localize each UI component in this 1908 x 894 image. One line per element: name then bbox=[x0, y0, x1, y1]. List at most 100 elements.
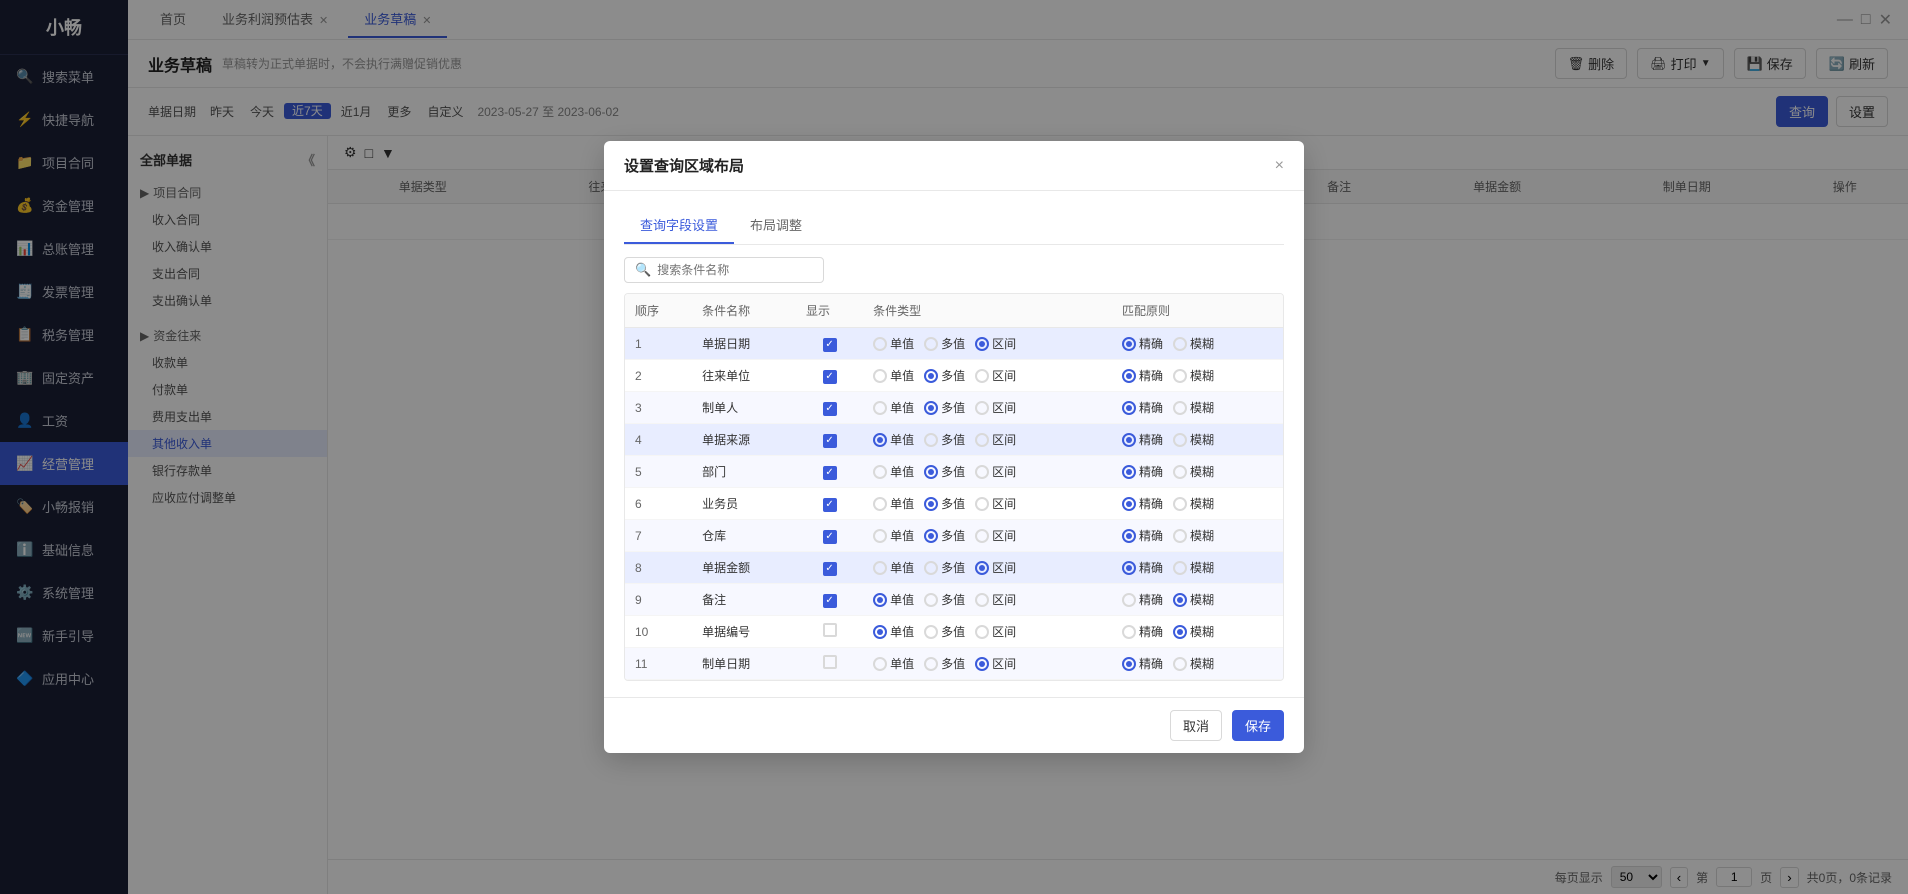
radio-multiple-1[interactable]: 多值 bbox=[924, 367, 965, 384]
radio-fuzzy-5[interactable]: 模糊 bbox=[1173, 495, 1214, 512]
radio-exact-circle-0 bbox=[1122, 337, 1136, 351]
checkbox-empty-10[interactable] bbox=[823, 655, 837, 669]
radio-multiple-7[interactable]: 多值 bbox=[924, 559, 965, 576]
radio-multiple-9[interactable]: 多值 bbox=[924, 623, 965, 640]
radio-range-3[interactable]: 区间 bbox=[975, 431, 1016, 448]
radio-range-2[interactable]: 区间 bbox=[975, 399, 1016, 416]
radio-exact-circle-9 bbox=[1122, 625, 1136, 639]
radio-single-circle-2 bbox=[873, 401, 887, 415]
checkbox-checked-8[interactable] bbox=[823, 594, 837, 608]
radio-multiple-5[interactable]: 多值 bbox=[924, 495, 965, 512]
radio-exact-2[interactable]: 精确 bbox=[1122, 399, 1163, 416]
radio-single-4[interactable]: 单值 bbox=[873, 463, 914, 480]
radio-fuzzy-7[interactable]: 模糊 bbox=[1173, 559, 1214, 576]
radio-fuzzy-3[interactable]: 模糊 bbox=[1173, 431, 1214, 448]
row-display-10[interactable] bbox=[796, 648, 863, 680]
radio-single-8[interactable]: 单值 bbox=[873, 591, 914, 608]
checkbox-checked-2[interactable] bbox=[823, 402, 837, 416]
radio-multiple-circle-8 bbox=[924, 593, 938, 607]
dialog-th-条件类型: 条件类型 bbox=[863, 294, 1112, 328]
radio-multiple-4[interactable]: 多值 bbox=[924, 463, 965, 480]
row-display-8[interactable] bbox=[796, 584, 863, 616]
radio-exact-8[interactable]: 精确 bbox=[1122, 591, 1163, 608]
radio-fuzzy-10[interactable]: 模糊 bbox=[1173, 655, 1214, 672]
radio-fuzzy-4[interactable]: 模糊 bbox=[1173, 463, 1214, 480]
row-match-7: 精确 模糊 bbox=[1112, 552, 1283, 584]
radio-exact-5[interactable]: 精确 bbox=[1122, 495, 1163, 512]
row-display-5[interactable] bbox=[796, 488, 863, 520]
dialog-cancel-button[interactable]: 取消 bbox=[1170, 710, 1222, 741]
radio-exact-1[interactable]: 精确 bbox=[1122, 367, 1163, 384]
radio-range-6[interactable]: 区间 bbox=[975, 527, 1016, 544]
dialog-close-button[interactable]: × bbox=[1275, 157, 1284, 175]
row-display-9[interactable] bbox=[796, 616, 863, 648]
radio-exact-circle-10 bbox=[1122, 657, 1136, 671]
row-display-4[interactable] bbox=[796, 456, 863, 488]
radio-range-10[interactable]: 区间 bbox=[975, 655, 1016, 672]
radio-single-2[interactable]: 单值 bbox=[873, 399, 914, 416]
row-display-6[interactable] bbox=[796, 520, 863, 552]
row-name-6: 仓库 bbox=[692, 520, 796, 552]
radio-single-6[interactable]: 单值 bbox=[873, 527, 914, 544]
radio-fuzzy-8[interactable]: 模糊 bbox=[1173, 591, 1214, 608]
checkbox-checked-3[interactable] bbox=[823, 434, 837, 448]
checkbox-checked-4[interactable] bbox=[823, 466, 837, 480]
radio-multiple-0[interactable]: 多值 bbox=[924, 335, 965, 352]
radio-range-8[interactable]: 区间 bbox=[975, 591, 1016, 608]
checkbox-checked-5[interactable] bbox=[823, 498, 837, 512]
radio-range-4[interactable]: 区间 bbox=[975, 463, 1016, 480]
radio-range-7[interactable]: 区间 bbox=[975, 559, 1016, 576]
radio-single-7[interactable]: 单值 bbox=[873, 559, 914, 576]
row-display-2[interactable] bbox=[796, 392, 863, 424]
radio-multiple-circle-3 bbox=[924, 433, 938, 447]
dialog-th-顺序: 顺序 bbox=[625, 294, 692, 328]
radio-fuzzy-9[interactable]: 模糊 bbox=[1173, 623, 1214, 640]
row-display-0[interactable] bbox=[796, 328, 863, 360]
checkbox-checked-6[interactable] bbox=[823, 530, 837, 544]
checkbox-checked-1[interactable] bbox=[823, 370, 837, 384]
radio-fuzzy-6[interactable]: 模糊 bbox=[1173, 527, 1214, 544]
radio-exact-6[interactable]: 精确 bbox=[1122, 527, 1163, 544]
radio-single-0[interactable]: 单值 bbox=[873, 335, 914, 352]
radio-multiple-10[interactable]: 多值 bbox=[924, 655, 965, 672]
table-row: 5部门 单值 多值 区间 精确 模糊 bbox=[625, 456, 1283, 488]
checkbox-checked-0[interactable] bbox=[823, 338, 837, 352]
row-display-3[interactable] bbox=[796, 424, 863, 456]
radio-range-circle-3 bbox=[975, 433, 989, 447]
radio-range-1[interactable]: 区间 bbox=[975, 367, 1016, 384]
radio-exact-7[interactable]: 精确 bbox=[1122, 559, 1163, 576]
radio-fuzzy-1[interactable]: 模糊 bbox=[1173, 367, 1214, 384]
radio-single-1[interactable]: 单值 bbox=[873, 367, 914, 384]
radio-single-10[interactable]: 单值 bbox=[873, 655, 914, 672]
radio-exact-4[interactable]: 精确 bbox=[1122, 463, 1163, 480]
checkbox-empty-9[interactable] bbox=[823, 623, 837, 637]
row-match-2: 精确 模糊 bbox=[1112, 392, 1283, 424]
radio-single-5[interactable]: 单值 bbox=[873, 495, 914, 512]
radio-exact-9[interactable]: 精确 bbox=[1122, 623, 1163, 640]
radio-range-0[interactable]: 区间 bbox=[975, 335, 1016, 352]
radio-range-9[interactable]: 区间 bbox=[975, 623, 1016, 640]
radio-exact-0[interactable]: 精确 bbox=[1122, 335, 1163, 352]
dialog-search-input[interactable] bbox=[657, 263, 813, 277]
dialog-save-button[interactable]: 保存 bbox=[1232, 710, 1284, 741]
radio-single-3[interactable]: 单值 bbox=[873, 431, 914, 448]
radio-multiple-8[interactable]: 多值 bbox=[924, 591, 965, 608]
radio-fuzzy-2[interactable]: 模糊 bbox=[1173, 399, 1214, 416]
dialog-table-body: 1单据日期 单值 多值 区间 精确 模糊 bbox=[625, 328, 1283, 680]
radio-multiple-2[interactable]: 多值 bbox=[924, 399, 965, 416]
row-condition-3: 单值 多值 区间 bbox=[863, 424, 1112, 456]
dialog-tabs: 查询字段设置布局调整 bbox=[624, 207, 1284, 245]
row-display-1[interactable] bbox=[796, 360, 863, 392]
radio-multiple-circle-0 bbox=[924, 337, 938, 351]
radio-exact-3[interactable]: 精确 bbox=[1122, 431, 1163, 448]
radio-exact-10[interactable]: 精确 bbox=[1122, 655, 1163, 672]
radio-multiple-3[interactable]: 多值 bbox=[924, 431, 965, 448]
radio-fuzzy-0[interactable]: 模糊 bbox=[1173, 335, 1214, 352]
radio-multiple-6[interactable]: 多值 bbox=[924, 527, 965, 544]
dialog-tab-query-fields[interactable]: 查询字段设置 bbox=[624, 207, 734, 244]
radio-single-9[interactable]: 单值 bbox=[873, 623, 914, 640]
dialog-tab-layout-adjust[interactable]: 布局调整 bbox=[734, 207, 818, 244]
radio-range-5[interactable]: 区间 bbox=[975, 495, 1016, 512]
checkbox-checked-7[interactable] bbox=[823, 562, 837, 576]
row-display-7[interactable] bbox=[796, 552, 863, 584]
